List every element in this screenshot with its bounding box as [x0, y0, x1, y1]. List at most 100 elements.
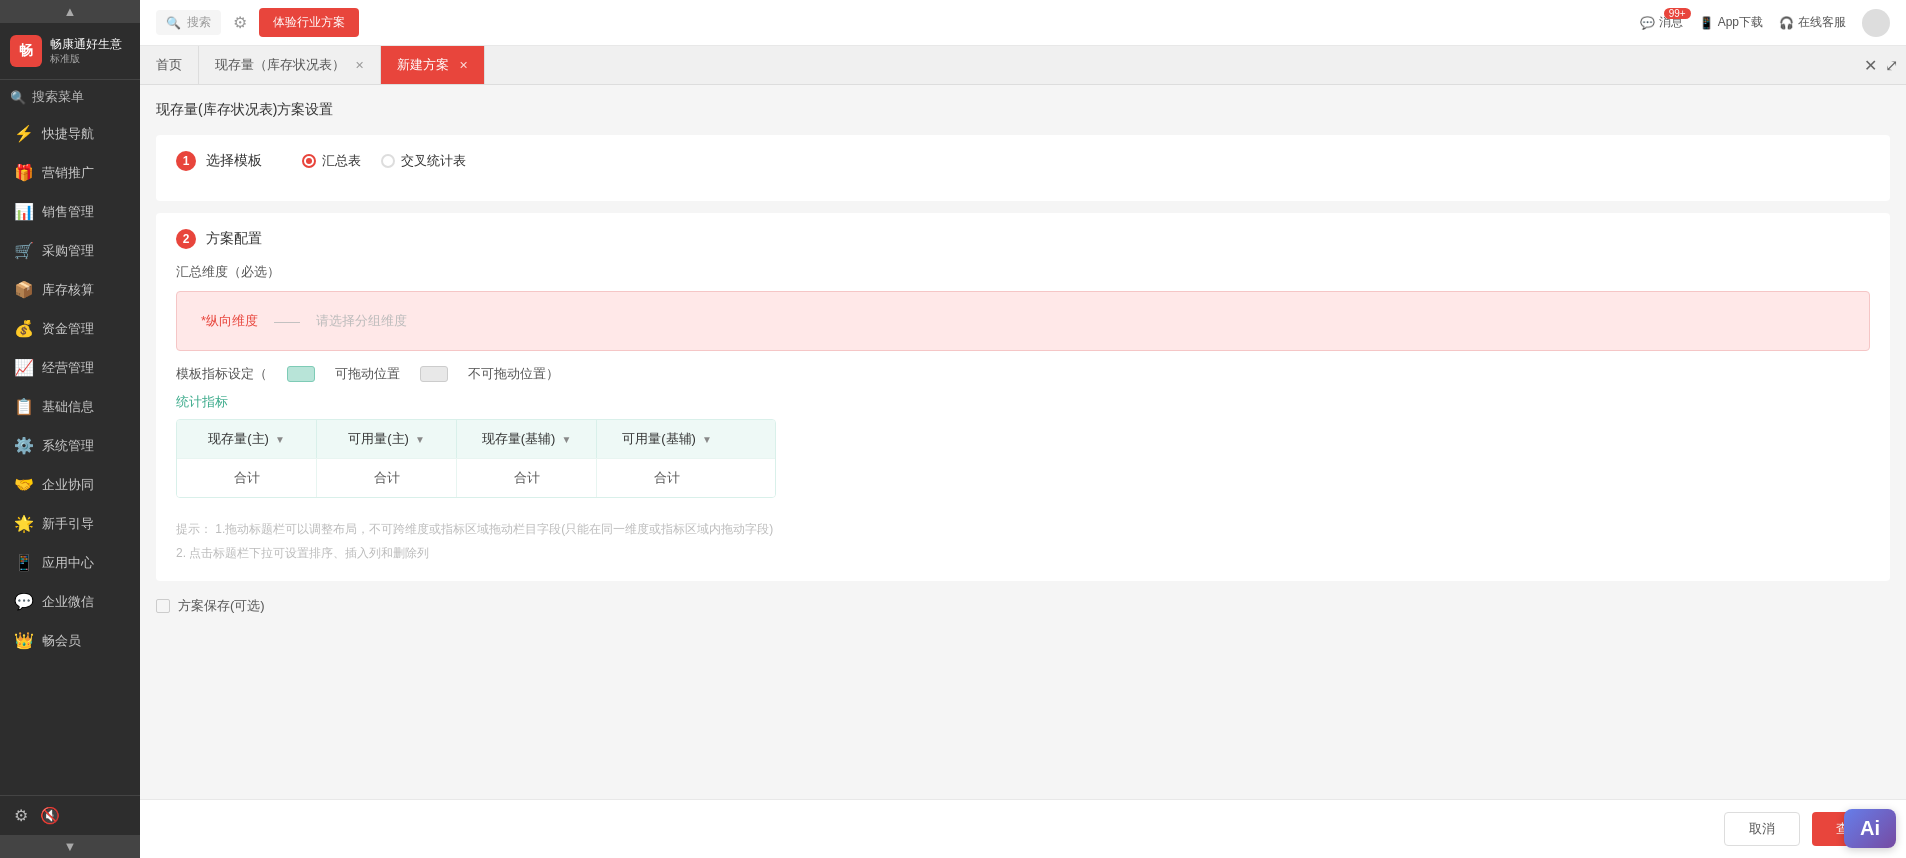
stats-header-current-main[interactable]: 现存量(主) ▼	[177, 420, 317, 458]
dim-placeholder: 请选择分组维度	[316, 312, 407, 330]
sidebar-label-system: 系统管理	[42, 437, 94, 455]
tab-home-label: 首页	[156, 56, 182, 74]
sidebar-item-marketing[interactable]: 🎁 营销推广	[0, 153, 140, 192]
sidebar-label-marketing: 营销推广	[42, 164, 94, 182]
sidebar-item-enterprise-wechat[interactable]: 💬企业微信	[0, 582, 140, 621]
user-avatar[interactable]	[1862, 9, 1890, 37]
topbar-search-placeholder: 搜索	[187, 14, 211, 31]
logo-badge: 标准版	[50, 52, 122, 66]
sidebar-label-sales: 销售管理	[42, 203, 94, 221]
indicators-draggable-label: 可拖动位置	[335, 365, 400, 383]
stats-col-label-current-main: 现存量(主)	[208, 430, 269, 448]
sidebar-icon-marketing: 🎁	[14, 163, 34, 182]
topbar-search-icon: 🔍	[166, 16, 181, 30]
stats-header-available-main[interactable]: 可用量(主)▼	[317, 420, 457, 458]
topbar-right: 💬 消息 99+ 📱 App下载 🎧 在线客服	[1640, 9, 1890, 37]
sidebar-icon-enterprise: 🤝	[14, 475, 34, 494]
sidebar-item-base-info[interactable]: 📋基础信息	[0, 387, 140, 426]
sidebar-label-operations: 经营管理	[42, 359, 94, 377]
dim-vertical-label: *纵向维度	[201, 312, 258, 330]
chevron-down-icon: ▼	[275, 434, 285, 445]
sidebar-label-finance: 资金管理	[42, 320, 94, 338]
sidebar-icon-finance: 💰	[14, 319, 34, 338]
sidebar-item-system[interactable]: ⚙️ 系统管理	[0, 426, 140, 465]
message-badge: 99+	[1664, 8, 1691, 19]
settings-icon[interactable]: ⚙	[14, 806, 28, 825]
sidebar-icon-app-center: 📱	[14, 553, 34, 572]
app-icon: 📱	[1699, 16, 1714, 30]
radio-summary[interactable]: 汇总表	[302, 152, 361, 170]
stats-header-available-aux[interactable]: 可用量(基辅)▼	[597, 420, 737, 458]
chevron-down-icon: ▼	[415, 434, 425, 445]
save-option-label: 方案保存(可选)	[178, 597, 265, 615]
dimension-box[interactable]: *纵向维度 —— 请选择分组维度	[176, 291, 1870, 351]
sidebar-scroll-up[interactable]: ▲	[0, 0, 140, 23]
sidebar-label-member: 畅会员	[42, 632, 81, 650]
sidebar-icon-base-info: 📋	[14, 397, 34, 416]
sidebar-item-inventory[interactable]: 📦库存核算	[0, 270, 140, 309]
sidebar-label-enterprise: 企业协同	[42, 476, 94, 494]
search-icon: 🔍	[10, 90, 26, 105]
footer-bar: 取消 查询	[140, 799, 1906, 858]
ai-badge[interactable]: Ai	[1844, 809, 1896, 848]
section-plan-config: 2 方案配置 汇总维度（必选） *纵向维度 —— 请选择分组维度 模板指标设定（…	[156, 213, 1890, 581]
section2-title: 方案配置	[206, 230, 262, 248]
page-content: 现存量(库存状况表)方案设置 1 选择模板 汇总表交叉统计表 2 方案配置 汇总…	[140, 85, 1906, 799]
tab-inventory-close[interactable]: ✕	[355, 59, 364, 72]
radio-circle-summary	[302, 154, 316, 168]
cancel-button[interactable]: 取消	[1724, 812, 1800, 846]
sidebar-nav: ⚡快捷导航 🎁 营销推广 📊销售管理🛒采购管理📦库存核算 💰 资金管理 📈 经营管理 📋基础信息…	[0, 114, 140, 795]
topbar-gear-icon[interactable]: ⚙	[233, 13, 247, 32]
sidebar-icon-system: ⚙️	[14, 436, 34, 455]
tab-inventory-status[interactable]: 现存量（库存状况表） ✕	[199, 46, 381, 84]
tab-new-close[interactable]: ✕	[459, 59, 468, 72]
tab-home[interactable]: 首页	[140, 46, 199, 84]
radio-label-summary: 汇总表	[322, 152, 361, 170]
topbar-search-box[interactable]: 🔍 搜索	[156, 10, 221, 35]
stats-body-available-main: 合计	[317, 459, 457, 497]
sidebar-item-member[interactable]: 👑畅会员	[0, 621, 140, 660]
stats-body-available-aux: 合计	[597, 459, 737, 497]
topbar-online-service[interactable]: 🎧 在线客服	[1779, 14, 1846, 31]
sidebar-item-finance[interactable]: 💰 资金管理	[0, 309, 140, 348]
sidebar-label-new-guide: 新手引导	[42, 515, 94, 533]
stats-body-current-aux: 合计	[457, 459, 597, 497]
tab-new-plan[interactable]: 新建方案 ✕	[381, 46, 485, 84]
section2-num: 2	[176, 229, 196, 249]
sidebar-item-enterprise[interactable]: 🤝 企业协同	[0, 465, 140, 504]
stats-header-current-aux[interactable]: 现存量(基辅)▼	[457, 420, 597, 458]
section2-header: 2 方案配置	[176, 229, 1870, 249]
indicators-label: 模板指标设定（	[176, 365, 267, 383]
sidebar-item-sales[interactable]: 📊销售管理	[0, 192, 140, 231]
sidebar-icon-operations: 📈	[14, 358, 34, 377]
sidebar-item-operations[interactable]: 📈 经营管理	[0, 348, 140, 387]
sidebar-item-app-center[interactable]: 📱 应用中心	[0, 543, 140, 582]
sidebar-scroll-down[interactable]: ▼	[0, 835, 140, 858]
tabs-close-icon[interactable]: ✕	[1864, 56, 1877, 75]
sidebar-label-purchase: 采购管理	[42, 242, 94, 260]
topbar-app-download[interactable]: 📱 App下载	[1699, 14, 1763, 31]
stats-section: 统计指标 现存量(主)▼可用量(主)▼现存量(基辅)▼可用量(基辅)▼ 合计合计…	[176, 393, 1870, 501]
sidebar-item-purchase[interactable]: 🛒采购管理	[0, 231, 140, 270]
chevron-down-icon: ▼	[561, 434, 571, 445]
sidebar-label-app-center: 应用中心	[42, 554, 94, 572]
dim-required-label: 汇总维度（必选）	[176, 263, 1870, 281]
topbar-messages[interactable]: 💬 消息 99+	[1640, 14, 1683, 31]
sidebar-item-quick-nav[interactable]: ⚡快捷导航	[0, 114, 140, 153]
stats-table: 现存量(主)▼可用量(主)▼现存量(基辅)▼可用量(基辅)▼ 合计合计合计合计	[176, 419, 776, 498]
radio-cross[interactable]: 交叉统计表	[381, 152, 466, 170]
trial-button[interactable]: 体验行业方案	[259, 8, 359, 37]
stats-body-current-main: 合计	[177, 459, 317, 497]
topbar-app-label: App下载	[1718, 14, 1763, 31]
tabs-expand-icon[interactable]: ⤢	[1885, 56, 1898, 75]
tabs-controls: ✕ ⤢	[1864, 56, 1906, 75]
sidebar-search[interactable]: 🔍 搜索菜单	[0, 80, 140, 114]
chevron-down-icon: ▼	[702, 434, 712, 445]
sidebar-item-new-guide[interactable]: 🌟新手引导	[0, 504, 140, 543]
tab-new-label: 新建方案	[397, 56, 449, 74]
topbar: 🔍 搜索 ⚙ 体验行业方案 💬 消息 99+ 📱 App下载 🎧 在线客服	[140, 0, 1906, 46]
save-checkbox[interactable]	[156, 599, 170, 613]
tab-inventory-label: 现存量（库存状况表）	[215, 56, 345, 74]
sidebar-icon-inventory: 📦	[14, 280, 34, 299]
sound-icon[interactable]: 🔇	[40, 806, 60, 825]
